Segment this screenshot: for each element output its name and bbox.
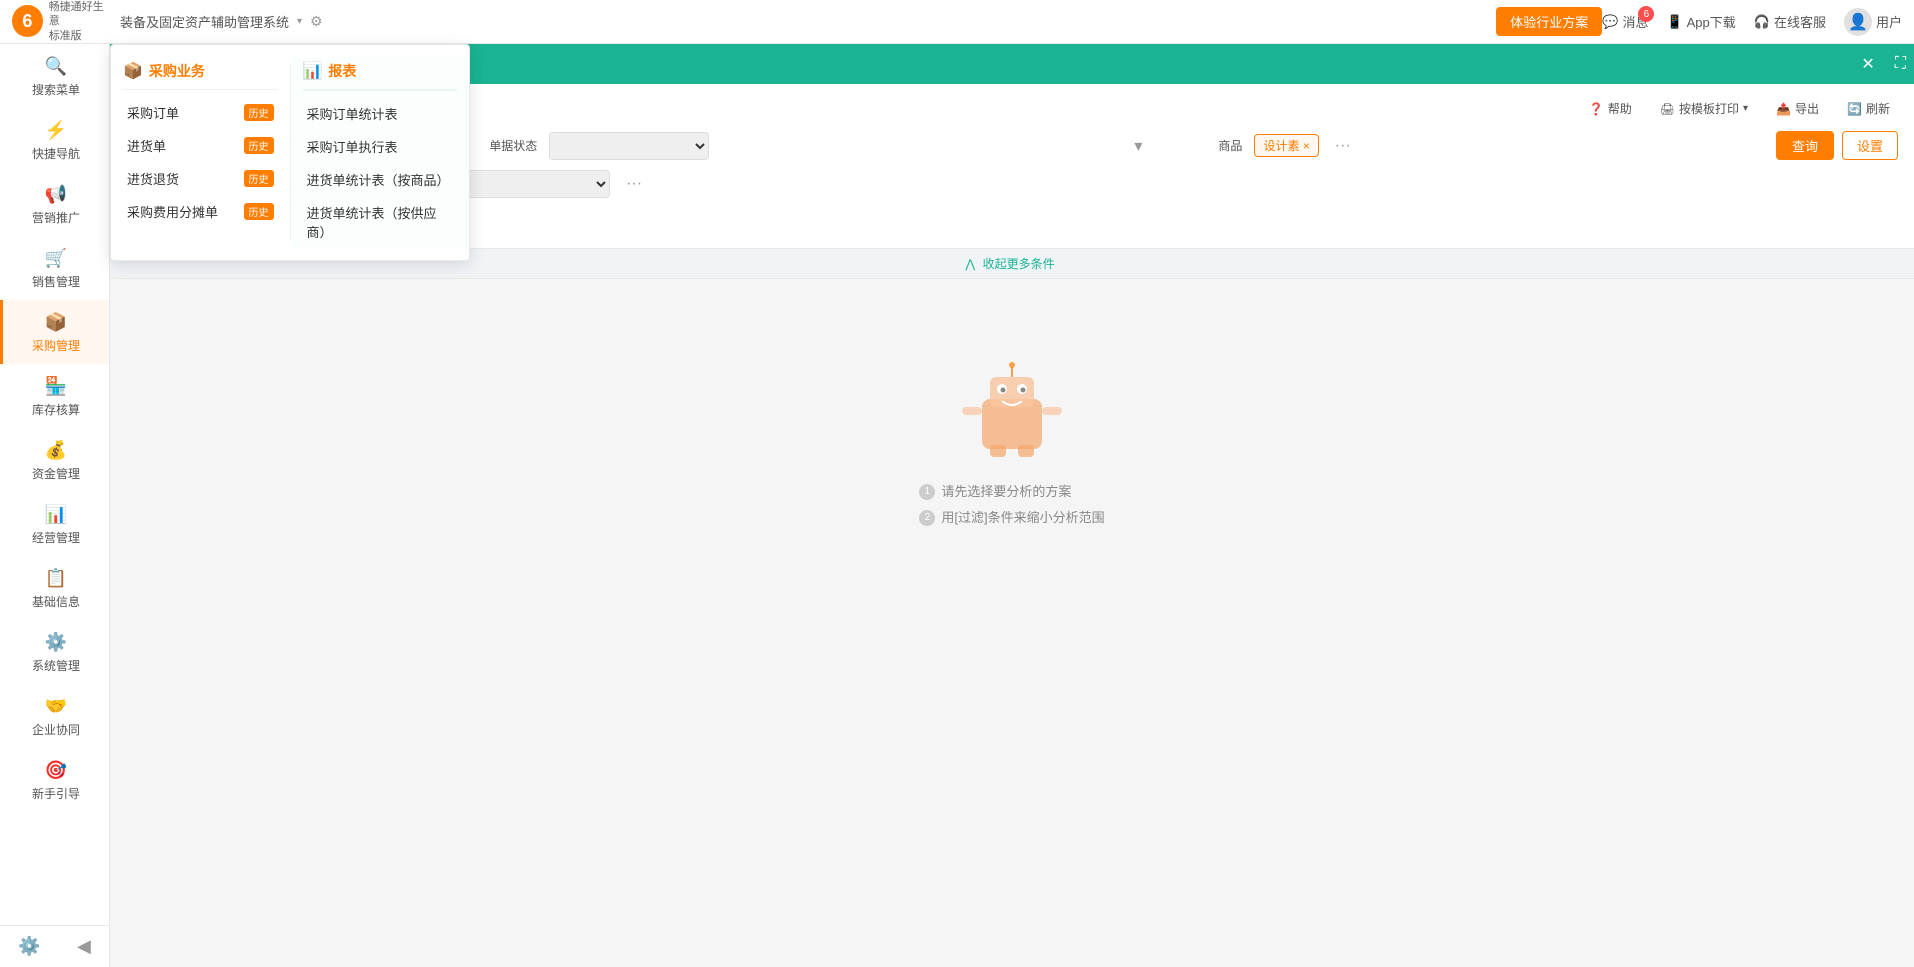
sidebar-item-search[interactable]: 🔍 搜索菜单: [0, 44, 109, 108]
app-download-item[interactable]: 📱 App下载: [1666, 12, 1735, 31]
sidebar-item-purchase[interactable]: 📦 采购管理: [0, 300, 109, 364]
basic-info-icon: 📋: [45, 568, 67, 589]
refresh-icon: 🔄: [1847, 102, 1862, 116]
phone-icon: 📱: [1666, 14, 1682, 30]
sidebar-item-quick-nav[interactable]: ⚡ 快捷导航: [0, 108, 109, 172]
sidebar-bottom: ⚙️ ◀: [0, 925, 109, 967]
export-btn[interactable]: 📤 导出: [1768, 96, 1827, 121]
search-icon: 🔍: [45, 56, 67, 77]
salesperson-select[interactable]: [450, 170, 610, 198]
help-icon: ❓: [1589, 102, 1604, 116]
system-icon: ⚙️: [45, 632, 67, 653]
dropdown-arrow-icon[interactable]: ▾: [297, 16, 302, 27]
menu-item-进货单[interactable]: 进货单 历史: [123, 129, 278, 162]
set-button[interactable]: 设置: [1842, 131, 1898, 160]
sidebar: 🔍 搜索菜单 ⚡ 快捷导航 📢 营销推广 🛒 销售管理 📦 采购管理 🏪 库存核…: [0, 44, 110, 967]
message-icon: 💬: [1602, 14, 1618, 30]
user-item[interactable]: 👤 用户: [1844, 8, 1902, 36]
voucher-status-select[interactable]: [549, 132, 709, 160]
layout: 🔍 搜索菜单 ⚡ 快捷导航 📢 营销推广 🛒 销售管理 📦 采购管理 🏪 库存核…: [0, 44, 1914, 967]
purchase-icon: 📦: [45, 312, 67, 333]
sidebar-item-marketing[interactable]: 📢 营销推广: [0, 172, 109, 236]
inventory-icon: 🏪: [45, 376, 67, 397]
sidebar-settings-icon[interactable]: ⚙️: [18, 936, 40, 957]
logo: 6 畅捷通好生意 标准版: [12, 0, 112, 43]
quick-nav-icon: ⚡: [45, 120, 67, 141]
sidebar-collapse-icon[interactable]: ◀: [77, 936, 91, 957]
purchase-dropdown-menu: 📦 采购业务 采购订单 历史 进货单 历史 进货退货 历史 采购费用分摊单 历史…: [110, 44, 470, 261]
menu-report-item-进货单统计表（按商品）[interactable]: 进货单统计表（按商品）: [303, 163, 458, 196]
menu-item-采购费用分摊单[interactable]: 采购费用分摊单 历史: [123, 195, 278, 228]
print-icon: 🖨: [1660, 102, 1675, 116]
sidebar-item-operation[interactable]: 📊 经营管理: [0, 492, 109, 556]
avatar: 👤: [1844, 8, 1872, 36]
expand-tab-icon[interactable]: ⛶: [1887, 55, 1914, 73]
sidebar-item-newbie[interactable]: 🎯 新手引导: [0, 748, 109, 812]
print-btn[interactable]: 🖨 按模板打印 ▾: [1652, 96, 1756, 121]
close-all-tabs-icon[interactable]: ✕: [1849, 54, 1886, 74]
empty-hints: 1 请先选择要分析的方案 2 用[过滤]条件来缩小分析范围: [919, 479, 1104, 531]
message-badge: 6: [1638, 6, 1654, 22]
menu-report-item-采购订单执行表[interactable]: 采购订单执行表: [303, 130, 458, 163]
online-service-item[interactable]: 🎧 在线客服: [1754, 12, 1826, 31]
system-title: 装备及固定资产辅助管理系统 ▾ ⚙: [112, 12, 1488, 31]
help-btn[interactable]: ❓ 帮助: [1581, 96, 1640, 121]
logo-text: 畅捷通好生意 标准版: [49, 0, 112, 43]
report-icon: 📊: [303, 61, 323, 81]
menu-report-item-采购订单统计表[interactable]: 采购订单统计表: [303, 97, 458, 130]
finance-icon: 💰: [45, 440, 67, 461]
collapse-icon: ⋀: [965, 257, 975, 271]
sidebar-item-finance[interactable]: 💰 资金管理: [0, 428, 109, 492]
purchase-business-title: 📦 采购业务: [123, 57, 278, 90]
topbar: 6 畅捷通好生意 标准版 装备及固定资产辅助管理系统 ▾ ⚙ 体验行业方案 💬 …: [0, 0, 1914, 44]
report-title: 📊 报表: [303, 57, 458, 91]
salesperson-dots[interactable]: ···: [622, 175, 646, 193]
refresh-btn[interactable]: 🔄 刷新: [1839, 96, 1898, 121]
topbar-right: 💬 消息 6 📱 App下载 🎧 在线客服 👤 用户: [1602, 8, 1902, 36]
purchase-business-col: 📦 采购业务 采购订单 历史 进货单 历史 进货退货 历史 采购费用分摊单 历史: [111, 57, 290, 248]
report-col: 📊 报表 采购订单统计表采购订单执行表进货单统计表（按商品）进货单统计表（按供应…: [291, 57, 470, 248]
voucher-status-dots[interactable]: ▾: [1130, 136, 1146, 156]
sales-icon: 🛒: [45, 248, 67, 269]
sidebar-item-enterprise[interactable]: 🤝 企业协同: [0, 684, 109, 748]
export-icon: 📤: [1776, 102, 1791, 116]
sidebar-item-inventory[interactable]: 🏪 库存核算: [0, 364, 109, 428]
product-dots[interactable]: ···: [1331, 137, 1355, 155]
settings-icon[interactable]: ⚙: [310, 13, 323, 30]
menu-report-item-进货单统计表（按供应商）[interactable]: 进货单统计表（按供应商）: [303, 196, 458, 248]
operation-icon: 📊: [45, 504, 67, 525]
hint-item-2: 2 用[过滤]条件来缩小分析范围: [919, 505, 1104, 531]
enterprise-icon: 🤝: [45, 696, 67, 717]
sidebar-item-sales[interactable]: 🛒 销售管理: [0, 236, 109, 300]
newbie-icon: 🎯: [45, 760, 67, 781]
logo-icon: 6: [12, 5, 43, 37]
sidebar-item-basic-info[interactable]: 📋 基础信息: [0, 556, 109, 620]
empty-illustration: [952, 359, 1072, 459]
industry-btn[interactable]: 体验行业方案: [1496, 7, 1602, 36]
query-button[interactable]: 查询: [1776, 131, 1834, 160]
print-arrow-icon: ▾: [1743, 103, 1748, 114]
menu-item-进货退货[interactable]: 进货退货 历史: [123, 162, 278, 195]
purchase-icon: 📦: [123, 61, 143, 81]
sidebar-item-system[interactable]: ⚙️ 系统管理: [0, 620, 109, 684]
headset-icon: 🎧: [1754, 14, 1770, 30]
menu-item-采购订单[interactable]: 采购订单 历史: [123, 96, 278, 129]
hint-item-1: 1 请先选择要分析的方案: [919, 479, 1104, 505]
empty-state: 1 请先选择要分析的方案 2 用[过滤]条件来缩小分析范围: [110, 279, 1914, 611]
marketing-icon: 📢: [45, 184, 67, 205]
product-tag: 设计素 ×: [1254, 134, 1318, 157]
message-icon-item[interactable]: 💬 消息 6: [1602, 12, 1648, 31]
